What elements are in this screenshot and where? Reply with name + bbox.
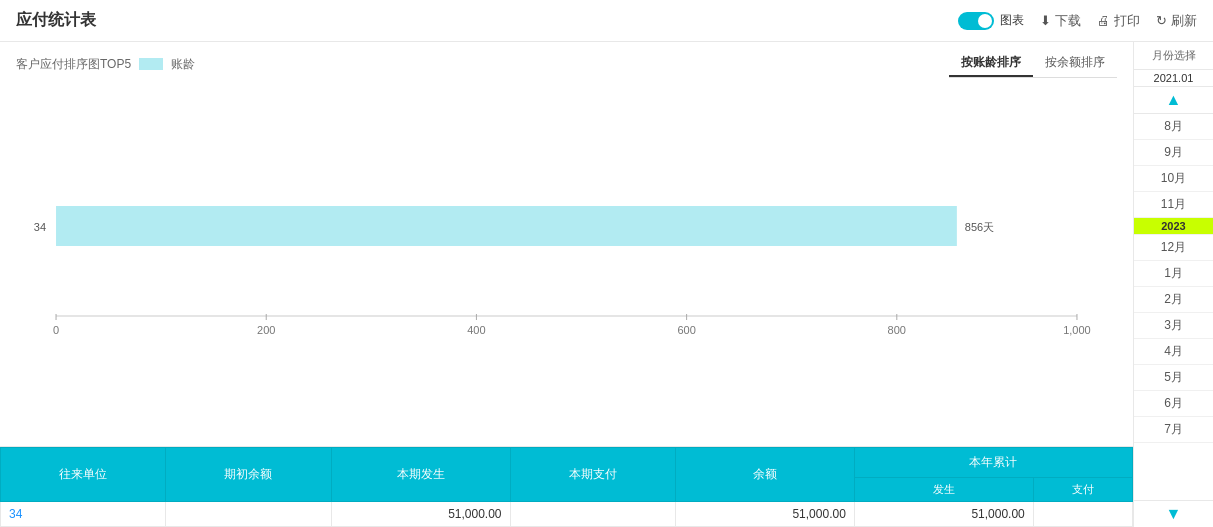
print-button[interactable]: 🖨 打印	[1097, 12, 1140, 30]
month-list: 8月9月10月11月202312月1月2月3月4月5月6月7月	[1134, 114, 1213, 500]
cell-period-occur: 51,000.00	[331, 502, 510, 527]
col-header-period-occur: 本期发生	[331, 448, 510, 502]
download-button[interactable]: ⬇ 下载	[1040, 12, 1081, 30]
chart-legend: 客户应付排序图TOP5 账龄	[16, 56, 195, 73]
col-header-ytd: 本年累计	[854, 448, 1132, 478]
col-subheader-pay: 支付	[1033, 478, 1132, 502]
sidebar-year-marker: 2023	[1134, 218, 1213, 235]
svg-text:0: 0	[53, 324, 59, 336]
col-header-unit: 往来单位	[1, 448, 166, 502]
svg-text:200: 200	[257, 324, 275, 336]
print-icon: 🖨	[1097, 13, 1110, 28]
chart-header: 客户应付排序图TOP5 账龄 按账龄排序 按余额排序	[0, 42, 1133, 86]
sort-tabs: 按账龄排序 按余额排序	[949, 50, 1117, 78]
sort-tab-balance[interactable]: 按余额排序	[1033, 50, 1117, 77]
legend-title: 客户应付排序图TOP5	[16, 56, 131, 73]
legend-box	[139, 58, 163, 70]
svg-text:800: 800	[888, 324, 906, 336]
print-label: 打印	[1114, 12, 1140, 30]
bar-chart-svg: 34 856天 0 200	[16, 86, 1117, 366]
main-area: 客户应付排序图TOP5 账龄 按账龄排序 按余额排序 34	[0, 42, 1213, 527]
svg-text:1,000: 1,000	[1063, 324, 1091, 336]
refresh-label: 刷新	[1171, 12, 1197, 30]
chart-section: 客户应付排序图TOP5 账龄 按账龄排序 按余额排序 34	[0, 42, 1133, 527]
sidebar-month-item[interactable]: 6月	[1134, 391, 1213, 417]
bar-rect	[56, 206, 957, 246]
download-icon: ⬇	[1040, 13, 1051, 28]
sidebar-month-item[interactable]: 1月	[1134, 261, 1213, 287]
cell-period-pay	[510, 502, 675, 527]
sidebar-month-item[interactable]: 3月	[1134, 313, 1213, 339]
cell-ytd-occur: 51,000.00	[854, 502, 1033, 527]
col-header-period-pay: 本期支付	[510, 448, 675, 502]
sidebar-month-header: 月份选择	[1134, 42, 1213, 70]
legend-box-label: 账龄	[171, 56, 195, 73]
sidebar-month-item[interactable]: 8月	[1134, 114, 1213, 140]
sidebar-month-item[interactable]: 5月	[1134, 365, 1213, 391]
col-subheader-occur: 发生	[854, 478, 1033, 502]
sidebar-month-item[interactable]: 10月	[1134, 166, 1213, 192]
sidebar-month-item[interactable]: 2月	[1134, 287, 1213, 313]
toggle-switch[interactable]	[958, 12, 994, 30]
table-row: 34 51,000.00 51,000.00 51,000.00	[1, 502, 1133, 527]
sidebar-month-item[interactable]: 4月	[1134, 339, 1213, 365]
chart-toggle[interactable]: 图表	[958, 12, 1024, 30]
table-header-row: 往来单位 期初余额 本期发生 本期支付 余额 本年累计	[1, 448, 1133, 478]
cell-unit: 34	[1, 502, 166, 527]
data-table: 往来单位 期初余额 本期发生 本期支付 余额 本年累计 发生 支付	[0, 447, 1133, 527]
unit-link[interactable]: 34	[9, 507, 22, 521]
cell-balance: 51,000.00	[675, 502, 854, 527]
sidebar-month-item[interactable]: 7月	[1134, 417, 1213, 443]
cell-opening	[166, 502, 331, 527]
svg-text:400: 400	[467, 324, 485, 336]
refresh-button[interactable]: ↻ 刷新	[1156, 12, 1197, 30]
header-actions: 图表 ⬇ 下载 🖨 打印 ↻ 刷新	[958, 12, 1197, 30]
chart-label: 图表	[1000, 12, 1024, 29]
col-header-balance: 余额	[675, 448, 854, 502]
right-sidebar: 月份选择 2021.01 ▲ 8月9月10月11月202312月1月2月3月4月…	[1133, 42, 1213, 527]
sidebar-month-item[interactable]: 9月	[1134, 140, 1213, 166]
cell-ytd-pay	[1033, 502, 1132, 527]
col-header-opening: 期初余额	[166, 448, 331, 502]
download-label: 下载	[1055, 12, 1081, 30]
table-section: 往来单位 期初余额 本期发生 本期支付 余额 本年累计 发生 支付	[0, 446, 1133, 527]
sidebar-down-button[interactable]: ▼	[1134, 500, 1213, 527]
svg-text:600: 600	[677, 324, 695, 336]
sidebar-month-item[interactable]: 12月	[1134, 235, 1213, 261]
chart-area: 34 856天 0 200	[0, 86, 1133, 446]
refresh-icon: ↻	[1156, 13, 1167, 28]
bar-value-label: 856天	[965, 221, 994, 233]
sidebar-year-value: 2021.01	[1134, 70, 1213, 87]
sidebar-up-button[interactable]: ▲	[1134, 87, 1213, 114]
page-title: 应付统计表	[16, 10, 96, 31]
sidebar-month-item[interactable]: 11月	[1134, 192, 1213, 218]
bar-y-label: 34	[34, 221, 46, 233]
sort-tab-age[interactable]: 按账龄排序	[949, 50, 1033, 77]
app-header: 应付统计表 图表 ⬇ 下载 🖨 打印 ↻ 刷新	[0, 0, 1213, 42]
